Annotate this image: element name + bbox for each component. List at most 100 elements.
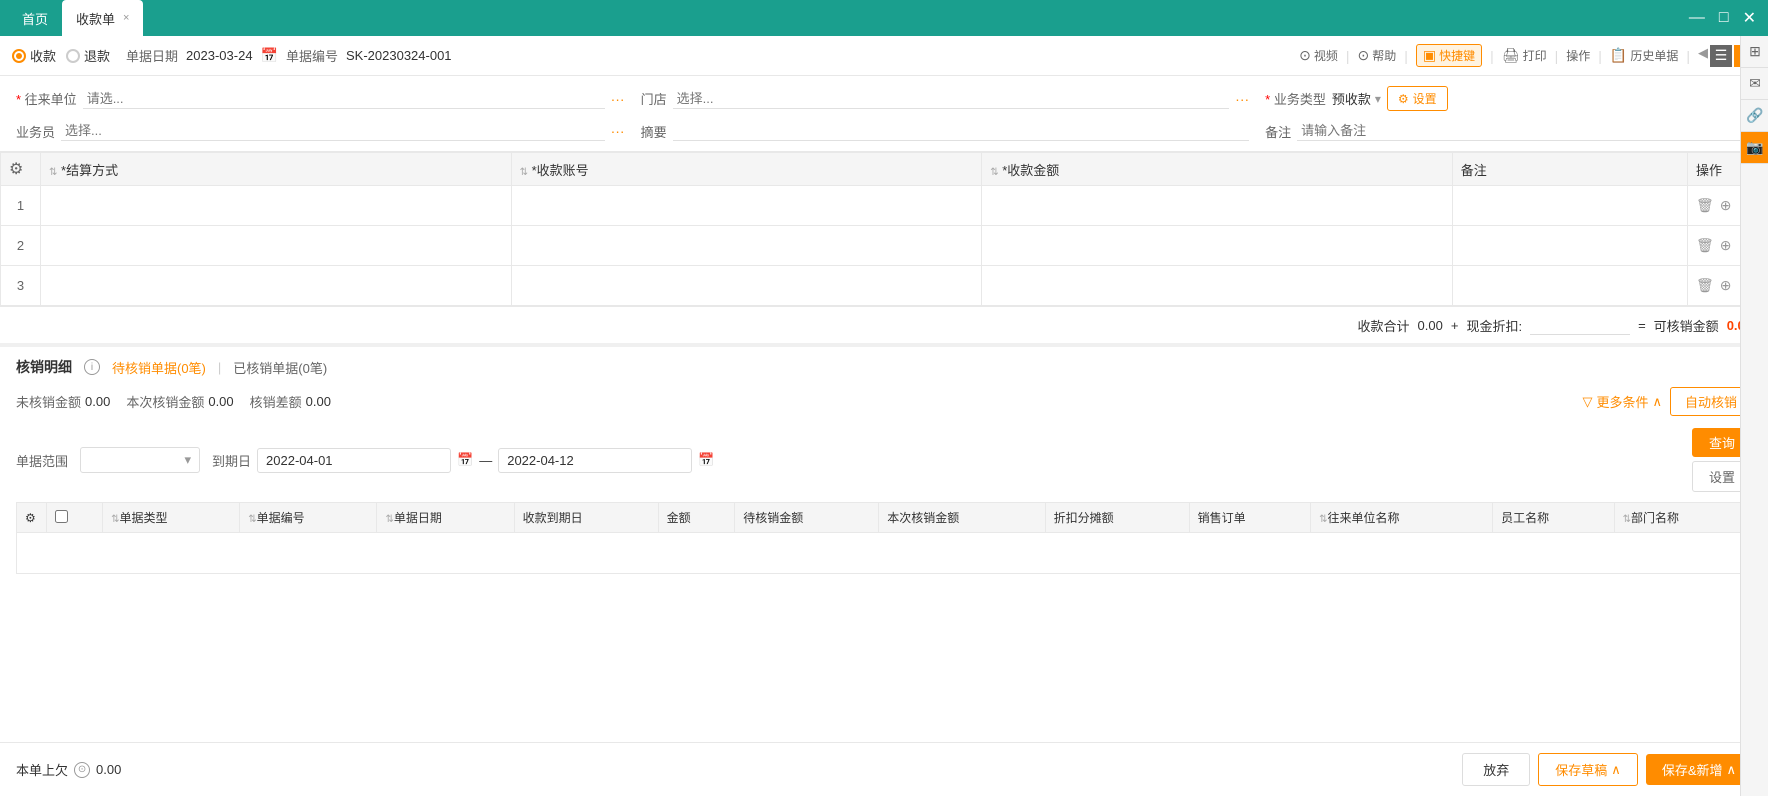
video-btn[interactable]: ⊙ 视频 [1299, 47, 1338, 64]
delete-icon-1[interactable]: 🗑 [1696, 197, 1714, 214]
gear-bottom-icon[interactable]: ⚙ [25, 511, 36, 525]
salesperson-more-btn[interactable]: ··· [611, 123, 625, 139]
amount-cell-3[interactable] [982, 266, 1453, 306]
tab-home[interactable]: 首页 [8, 0, 62, 36]
table-gear-icon[interactable]: ⚙ [9, 161, 23, 178]
settlement-cell-1[interactable] [41, 186, 512, 226]
settings-col-header[interactable]: ⚙ [1, 153, 41, 186]
toolbar: 收款 退款 单据日期 2023-03-24 📅 单据编号 SK-20230324… [0, 36, 1768, 76]
sep6: | [1686, 48, 1690, 64]
refund-radio[interactable]: 退款 [66, 46, 110, 65]
remark-cell-1[interactable] [1452, 186, 1687, 226]
current-verify-header: 本次核销金额 [879, 503, 1045, 533]
copy-icon-2[interactable]: ⊕ [1720, 237, 1732, 254]
summary-input[interactable] [673, 121, 1250, 141]
partner-more-btn[interactable]: ··· [611, 91, 625, 107]
amount-cell-2[interactable] [982, 226, 1453, 266]
date-to-input[interactable] [498, 448, 692, 473]
delete-icon-3[interactable]: 🗑 [1696, 277, 1714, 294]
biz-type-select[interactable]: 预收款 ▾ [1332, 89, 1381, 108]
help-btn[interactable]: ⊙ 帮助 [1358, 47, 1397, 64]
select-all-checkbox[interactable] [55, 510, 68, 523]
quota-label: 本单上欠 [16, 760, 68, 779]
number-value: SK-20230324-001 [346, 48, 452, 63]
partner-field: 往来单位 ··· [16, 89, 625, 109]
date-label: 单据日期 [126, 46, 178, 65]
checkbox-all-header[interactable] [47, 503, 103, 533]
diff-stat: 核销差额 0.00 [250, 392, 331, 411]
copy-icon-3[interactable]: ⊕ [1720, 277, 1732, 294]
maximize-icon[interactable]: □ [1715, 7, 1733, 29]
form-section: 往来单位 ··· 门店 ··· 业务类型 预收款 ▾ ⚙ 设置 [0, 76, 1768, 152]
quota-value: 0.00 [96, 762, 121, 777]
copy-icon-1[interactable]: ⊕ [1720, 197, 1732, 214]
total-label: 收款合计 [1358, 316, 1410, 335]
main-content: 收款 退款 单据日期 2023-03-24 📅 单据编号 SK-20230324… [0, 36, 1768, 796]
footer-left: 本单上欠 ⊙ 0.00 [16, 760, 121, 779]
delete-icon-2[interactable]: 🗑 [1696, 237, 1714, 254]
empty-row-cell [17, 533, 1752, 574]
save-chevron-icon[interactable]: ∧ [1726, 762, 1736, 778]
range-chevron-icon: ▾ [184, 452, 191, 468]
info-icon[interactable]: i [84, 359, 100, 375]
remark-cell-3[interactable] [1452, 266, 1687, 306]
side-link-icon[interactable]: 🔗 [1741, 100, 1768, 132]
list-view-icon[interactable]: ☰ [1710, 45, 1732, 67]
minimize-icon[interactable]: — [1685, 7, 1709, 29]
salesperson-label: 业务员 [16, 122, 55, 141]
abandon-btn[interactable]: 放弃 [1462, 753, 1530, 786]
done-tab[interactable]: 已核销单据(0笔) [233, 358, 327, 377]
history-btn[interactable]: 📋 历史单据 [1610, 47, 1678, 64]
receipt-radio[interactable]: 收款 [12, 46, 56, 65]
date-from-input[interactable] [257, 448, 451, 473]
save-new-btn[interactable]: 保存&新增 ∧ [1646, 754, 1752, 785]
side-mail-icon[interactable]: ✉ [1741, 68, 1768, 100]
calendar-to-icon[interactable]: 📅 [698, 452, 714, 468]
account-cell-2[interactable] [511, 226, 982, 266]
current-label: 本次核销金额 [126, 392, 204, 411]
equals-label: = [1638, 318, 1646, 333]
partner-input[interactable] [83, 89, 605, 109]
more-conditions-btn[interactable]: ▽ 更多条件 ∧ [1582, 392, 1662, 411]
draft-chevron-icon[interactable]: ∧ [1611, 762, 1621, 778]
operation-btn[interactable]: 操作 [1566, 47, 1590, 64]
settlement-cell-2[interactable] [41, 226, 512, 266]
settlement-cell-3[interactable] [41, 266, 512, 306]
save-draft-btn[interactable]: 保存草稿 ∧ [1538, 753, 1638, 786]
side-camera-icon[interactable]: 📷 [1741, 132, 1768, 164]
chevron-down-icon: ▾ [1375, 92, 1381, 106]
side-table-icon[interactable]: ⊞ [1741, 36, 1768, 68]
calendar-from-icon[interactable]: 📅 [457, 452, 473, 468]
doc-type-header: ⇅单据类型 [103, 503, 240, 533]
pending-tab[interactable]: 待核销单据(0笔) [112, 358, 206, 377]
amount-cell-1[interactable] [982, 186, 1453, 226]
close-icon[interactable]: × [123, 12, 129, 24]
close-window-icon[interactable]: ✕ [1739, 6, 1760, 30]
remark-input[interactable] [1297, 121, 1752, 141]
summary-row: 收款合计 0.00 + 现金折扣: = 可核销金额 0.00 [0, 306, 1768, 343]
amount-header: 金额 [658, 503, 735, 533]
filter-icon: ▽ [1582, 394, 1592, 410]
discount-input[interactable] [1530, 315, 1630, 335]
sep4: | [1555, 48, 1559, 64]
account-cell-1[interactable] [511, 186, 982, 226]
calendar-icon[interactable]: 📅 [261, 47, 278, 64]
shortcut-btn[interactable]: ▣ 快捷键 [1416, 44, 1482, 67]
verify-header: 核销明细 i 待核销单据(0笔) | 已核销单据(0笔) [16, 357, 1752, 377]
due-date-label: 到期日 [212, 451, 251, 470]
due-date-header: 收款到期日 [514, 503, 658, 533]
print-btn[interactable]: 🖨 打印 [1502, 47, 1547, 64]
settings-btn[interactable]: ⚙ 设置 [1387, 86, 1448, 111]
biz-type-value: 预收款 [1332, 89, 1371, 108]
range-select[interactable]: ▾ [80, 447, 200, 473]
shop-input[interactable] [673, 89, 1230, 109]
prev-icon[interactable]: ◀ [1698, 45, 1708, 67]
checkbox-col-header[interactable]: ⚙ [17, 503, 47, 533]
quota-info-icon[interactable]: ⊙ [74, 762, 90, 778]
remark-cell-2[interactable] [1452, 226, 1687, 266]
salesperson-input[interactable] [61, 121, 605, 141]
shop-more-btn[interactable]: ··· [1235, 91, 1249, 107]
account-cell-3[interactable] [511, 266, 982, 306]
shop-label: 门店 [641, 89, 667, 108]
tab-receipt[interactable]: 收款单 × [62, 0, 143, 36]
